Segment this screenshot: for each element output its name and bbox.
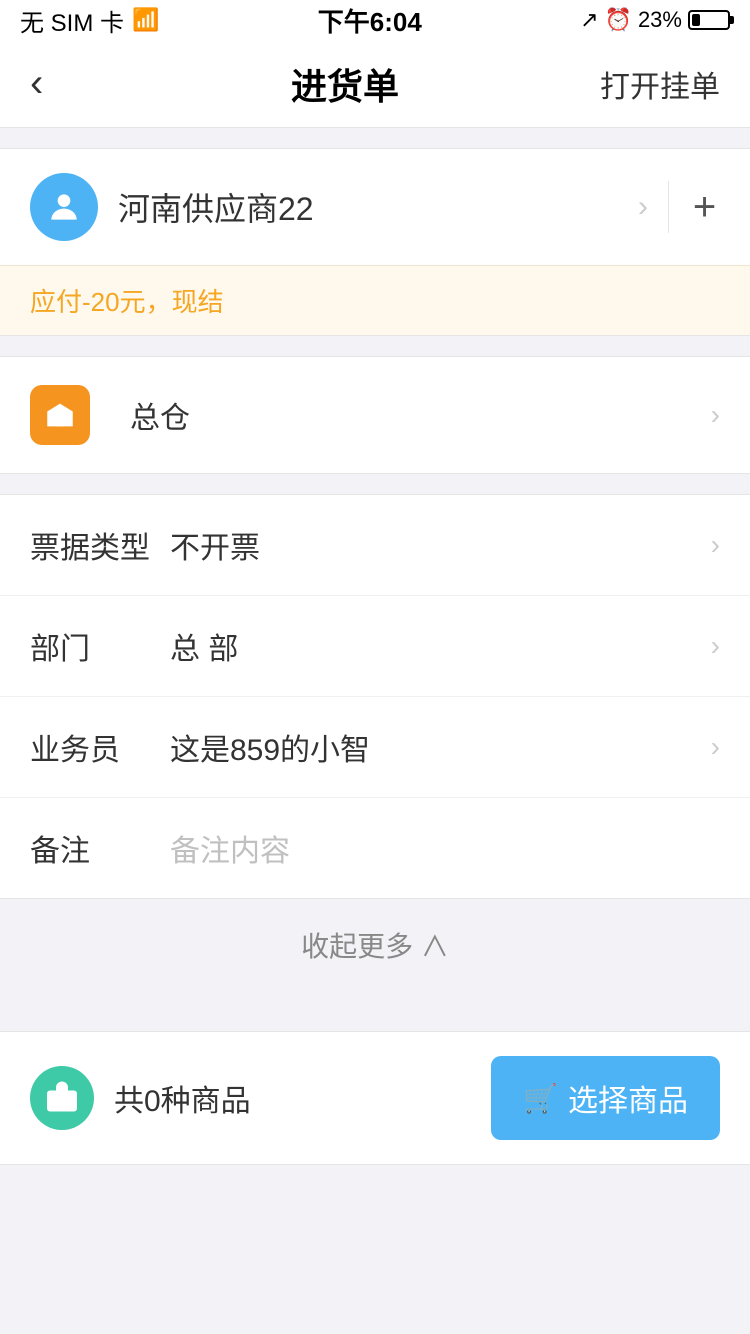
warehouse-chevron-icon: › (711, 399, 720, 431)
section-gap-4 (0, 991, 750, 1011)
nav-bar: ‹ 进货单 打开挂单 (0, 40, 750, 128)
product-bar: 共0种商品 🛒 选择商品 (0, 1031, 750, 1165)
add-supplier-button[interactable]: + (668, 181, 720, 233)
salesperson-label: 业务员 (30, 725, 150, 769)
battery-icon (688, 10, 730, 30)
product-icon-bg (30, 1066, 94, 1130)
carrier-label: 无 SIM 卡 (20, 3, 124, 38)
remark-label: 备注 (30, 826, 150, 870)
remark-input[interactable]: 备注内容 (150, 826, 720, 870)
supplier-notice: 应付-20元，现结 (0, 265, 750, 335)
collapse-label: 收起更多 ∧ (301, 925, 449, 965)
warehouse-icon (43, 398, 77, 432)
location-icon: ↗ (580, 7, 598, 33)
status-bar: 无 SIM 卡 📶 下午6:04 ↗ ⏰ 23% (0, 0, 750, 40)
salesperson-chevron-icon: › (711, 731, 720, 763)
warehouse-section: 总仓 › (0, 356, 750, 474)
status-right: ↗ ⏰ 23% (580, 7, 730, 33)
department-row[interactable]: 部门 总 部 › (0, 596, 750, 697)
status-left: 无 SIM 卡 📶 (20, 3, 159, 38)
supplier-section: 河南供应商22 › + 应付-20元，现结 (0, 148, 750, 336)
invoice-type-row[interactable]: 票据类型 不开票 › (0, 495, 750, 596)
status-time: 下午6:04 (318, 2, 422, 39)
section-gap-2 (0, 336, 750, 356)
collapse-button[interactable]: 收起更多 ∧ (0, 899, 750, 991)
supplier-chevron-icon: › (638, 190, 648, 224)
invoice-type-value: 不开票 (150, 523, 711, 567)
warehouse-name: 总仓 (110, 393, 711, 437)
supplier-row[interactable]: 河南供应商22 › + (0, 149, 750, 265)
invoice-type-label: 票据类型 (30, 523, 150, 567)
select-product-icon: 🛒 (523, 1082, 558, 1115)
wifi-icon: 📶 (132, 7, 159, 33)
select-product-button[interactable]: 🛒 选择商品 (491, 1056, 720, 1140)
invoice-chevron-icon: › (711, 529, 720, 561)
select-product-label: 选择商品 (568, 1076, 688, 1120)
department-value: 总 部 (150, 624, 711, 668)
supplier-name: 河南供应商22 (118, 184, 638, 230)
department-label: 部门 (30, 624, 150, 668)
salesperson-row[interactable]: 业务员 这是859的小智 › (0, 697, 750, 798)
product-count: 共0种商品 (114, 1076, 491, 1120)
supplier-avatar (30, 173, 98, 241)
back-button[interactable]: ‹ (30, 61, 90, 106)
remark-row[interactable]: 备注 备注内容 (0, 798, 750, 898)
section-gap-1 (0, 128, 750, 148)
page-title: 进货单 (291, 58, 399, 110)
product-icon (44, 1080, 80, 1116)
battery-label: 23% (638, 7, 682, 33)
person-icon (45, 188, 83, 226)
salesperson-value: 这是859的小智 (150, 725, 711, 769)
warehouse-row[interactable]: 总仓 › (0, 357, 750, 473)
department-chevron-icon: › (711, 630, 720, 662)
alarm-icon: ⏰ (605, 7, 632, 33)
warehouse-icon-bg (30, 385, 90, 445)
section-gap-3 (0, 474, 750, 494)
form-section: 票据类型 不开票 › 部门 总 部 › 业务员 这是859的小智 › 备注 备注… (0, 494, 750, 899)
open-pending-button[interactable]: 打开挂单 (600, 62, 720, 106)
